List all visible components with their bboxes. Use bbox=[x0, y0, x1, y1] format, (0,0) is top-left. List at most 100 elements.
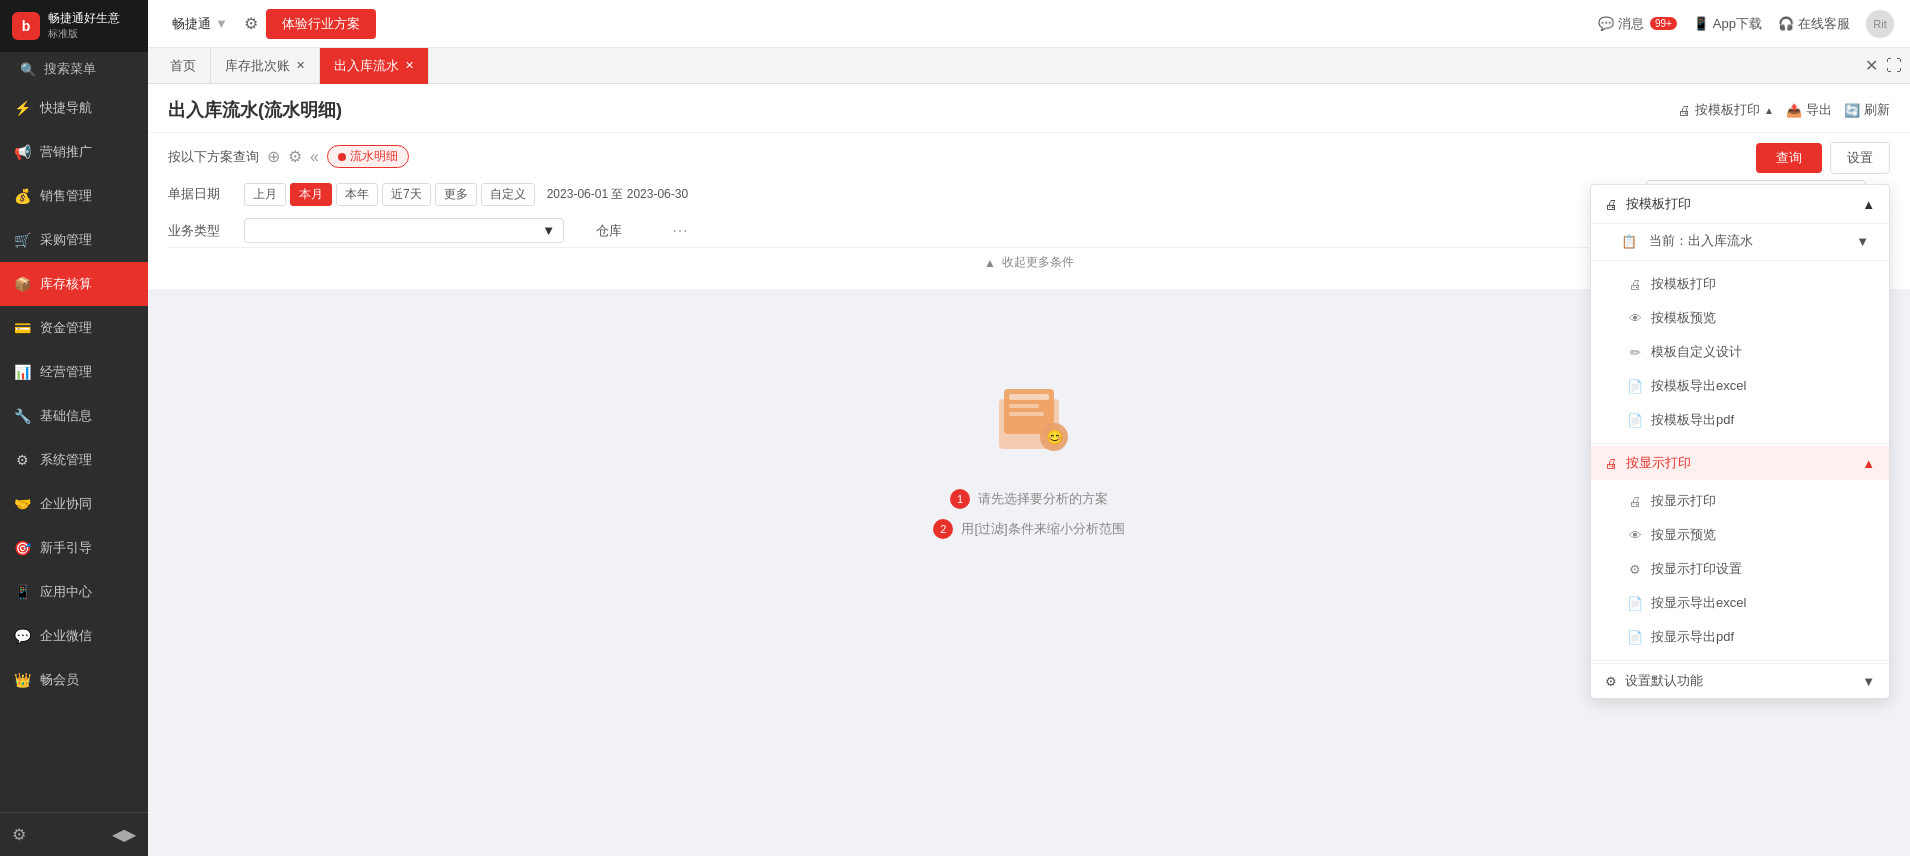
display-settings-icon: ⚙ bbox=[1627, 561, 1643, 577]
logo-icon: b bbox=[12, 12, 40, 40]
sidebar-item-app[interactable]: 📱 应用中心 bbox=[0, 570, 148, 614]
sidebar-bottom: ⚙ ◀▶ bbox=[0, 812, 148, 856]
current-icon: 📋 bbox=[1621, 234, 1637, 249]
display-preview-icon: 👁 bbox=[1627, 527, 1643, 543]
sidebar-item-sales[interactable]: 💰 销售管理 bbox=[0, 174, 148, 218]
service-icon: 🎧 bbox=[1778, 16, 1794, 31]
dropdown-template-preview[interactable]: 👁 按模板预览 bbox=[1591, 301, 1889, 335]
quick-nav-icon: ⚡ bbox=[12, 98, 32, 118]
filter-add-icon[interactable]: ⊕ bbox=[267, 147, 280, 166]
footer-settings-icon: ⚙ bbox=[1605, 674, 1617, 689]
svg-rect-2 bbox=[1009, 394, 1049, 400]
display-section-header[interactable]: 🖨 按显示打印 ▲ bbox=[1591, 446, 1889, 480]
tab-batch-close-icon[interactable]: ✕ bbox=[296, 59, 305, 72]
sidebar-item-collab[interactable]: 🤝 企业协同 bbox=[0, 482, 148, 526]
tab-batch-account[interactable]: 库存批次账 ✕ bbox=[211, 48, 320, 84]
date-btn-more[interactable]: 更多 bbox=[435, 183, 477, 206]
filter-collapse-icon[interactable]: « bbox=[310, 148, 319, 166]
dropdown-template-custom[interactable]: ✏ 模板自定义设计 bbox=[1591, 335, 1889, 369]
collapse-up-icon: ▲ bbox=[984, 256, 996, 270]
right-action-area: 查询 设置 bbox=[1756, 142, 1890, 174]
date-btn-last-month[interactable]: 上月 bbox=[244, 183, 286, 206]
sidebar-item-purchase[interactable]: 🛒 采购管理 bbox=[0, 218, 148, 262]
message-btn[interactable]: 💬 消息 99+ bbox=[1598, 15, 1677, 33]
dropdown-panel: 🖨 按模板打印 ▲ 📋 当前：出入库流水 ▼ 🖨 按模板打印 👁 bbox=[1590, 184, 1890, 699]
empty-step-2: 2 用[过滤]条件来缩小分析范围 bbox=[933, 519, 1124, 539]
sidebar-search[interactable]: 🔍 搜索菜单 bbox=[0, 52, 148, 86]
tab-close-all-btn[interactable]: ✕ bbox=[1865, 56, 1878, 75]
user-avatar[interactable]: Rit bbox=[1866, 10, 1894, 38]
wechat-icon: 💬 bbox=[12, 626, 32, 646]
search-icon: 🔍 bbox=[20, 62, 36, 77]
main-area: 畅捷通 ▼ ⚙ 体验行业方案 💬 消息 99+ 📱 App下载 🎧 在线客服 R… bbox=[148, 0, 1910, 856]
filter-settings-icon[interactable]: ⚙ bbox=[288, 147, 302, 166]
dropdown-current-item[interactable]: 📋 当前：出入库流水 ▼ bbox=[1591, 224, 1889, 258]
footer-arrow-icon: ▼ bbox=[1862, 674, 1875, 689]
dropdown-display-export-pdf[interactable]: 📄 按显示导出pdf bbox=[1591, 620, 1889, 654]
dropdown-template-print[interactable]: 🖨 按模板打印 bbox=[1591, 267, 1889, 301]
refresh-icon: 🔄 bbox=[1844, 103, 1860, 118]
message-icon: 💬 bbox=[1598, 16, 1614, 31]
export-icon: 📤 bbox=[1786, 103, 1802, 118]
print-btn[interactable]: 🖨 按模板打印 ▲ bbox=[1678, 101, 1774, 119]
display-arrow-icon: ▲ bbox=[1862, 456, 1875, 471]
app-download-btn[interactable]: 📱 App下载 bbox=[1693, 15, 1762, 33]
sidebar-collapse-icon[interactable]: ◀▶ bbox=[112, 825, 136, 844]
sidebar-item-basic[interactable]: 🔧 基础信息 bbox=[0, 394, 148, 438]
business-type-dropdown-icon: ▼ bbox=[542, 223, 555, 238]
dropdown-display-preview[interactable]: 👁 按显示预览 bbox=[1591, 518, 1889, 552]
sidebar-item-member[interactable]: 👑 畅会员 bbox=[0, 658, 148, 702]
tab-in-out-flow[interactable]: 出入库流水 ✕ bbox=[320, 48, 429, 84]
dropdown-footer[interactable]: ⚙ 设置默认功能 ▼ bbox=[1591, 663, 1889, 698]
industry-btn[interactable]: 体验行业方案 bbox=[266, 9, 376, 39]
sidebar-item-inventory[interactable]: 📦 库存核算 bbox=[0, 262, 148, 306]
refresh-btn[interactable]: 🔄 刷新 bbox=[1844, 101, 1890, 119]
current-arrow-icon: ▼ bbox=[1856, 234, 1869, 249]
topbar-settings-icon[interactable]: ⚙ bbox=[244, 14, 258, 33]
dropdown-display-settings[interactable]: ⚙ 按显示打印设置 bbox=[1591, 552, 1889, 586]
sidebar-item-finance[interactable]: 💳 资金管理 bbox=[0, 306, 148, 350]
settings-btn[interactable]: 设置 bbox=[1830, 142, 1890, 174]
dropdown-header[interactable]: 🖨 按模板打印 ▲ bbox=[1591, 185, 1889, 224]
business-type-select[interactable]: ▼ bbox=[244, 218, 564, 243]
online-service-btn[interactable]: 🎧 在线客服 bbox=[1778, 15, 1850, 33]
divider-2 bbox=[1591, 443, 1889, 444]
divider-1 bbox=[1591, 260, 1889, 261]
filter-label: 按以下方案查询 bbox=[168, 148, 259, 166]
dropdown-template-export-pdf[interactable]: 📄 按模板导出pdf bbox=[1591, 403, 1889, 437]
query-btn[interactable]: 查询 bbox=[1756, 143, 1822, 173]
sidebar-item-system[interactable]: ⚙ 系统管理 bbox=[0, 438, 148, 482]
tab-in-out-close-icon[interactable]: ✕ bbox=[405, 59, 414, 72]
date-btn-this-month[interactable]: 本月 bbox=[290, 183, 332, 206]
sidebar-item-guide[interactable]: 🎯 新手引导 bbox=[0, 526, 148, 570]
tab-expand-btn[interactable]: ⛶ bbox=[1886, 56, 1902, 75]
sidebar-item-marketing[interactable]: 📢 营销推广 bbox=[0, 130, 148, 174]
user-area[interactable]: 畅捷通 ▼ bbox=[164, 11, 236, 37]
system-icon: ⚙ bbox=[12, 450, 32, 470]
tab-home[interactable]: 首页 bbox=[156, 48, 211, 84]
sidebar-settings-icon[interactable]: ⚙ bbox=[12, 825, 26, 844]
date-btn-custom[interactable]: 自定义 bbox=[481, 183, 535, 206]
date-btn-7days[interactable]: 近7天 bbox=[382, 183, 431, 206]
sidebar-item-operations[interactable]: 📊 经营管理 bbox=[0, 350, 148, 394]
export-btn[interactable]: 📤 导出 bbox=[1786, 101, 1832, 119]
print-icon: 🖨 bbox=[1678, 103, 1691, 118]
sidebar-item-wechat[interactable]: 💬 企业微信 bbox=[0, 614, 148, 658]
content-area: 出入库流水(流水明细) 🖨 按模板打印 ▲ 📤 导出 🔄 刷新 bbox=[148, 84, 1910, 856]
dropdown-display-export-excel[interactable]: 📄 按显示导出excel bbox=[1591, 586, 1889, 620]
dropdown-template-export-excel[interactable]: 📄 按模板导出excel bbox=[1591, 369, 1889, 403]
date-btn-this-year[interactable]: 本年 bbox=[336, 183, 378, 206]
filter-tag[interactable]: 流水明细 bbox=[327, 145, 409, 168]
template-excel-icon: 📄 bbox=[1627, 378, 1643, 394]
date-range-display: 2023-06-01 至 2023-06-30 bbox=[547, 186, 688, 203]
display-pdf-icon: 📄 bbox=[1627, 629, 1643, 645]
warehouse-dots-icon[interactable]: ⋯ bbox=[672, 221, 688, 240]
empty-step-1: 1 请先选择要分析的方案 bbox=[950, 489, 1108, 509]
svg-rect-4 bbox=[1009, 412, 1044, 416]
marketing-icon: 📢 bbox=[12, 142, 32, 162]
user-dropdown-icon: ▼ bbox=[215, 16, 228, 31]
sidebar-item-quick-nav[interactable]: ⚡ 快捷导航 bbox=[0, 86, 148, 130]
template-preview-icon: 👁 bbox=[1627, 310, 1643, 326]
dropdown-display-print[interactable]: 🖨 按显示打印 bbox=[1591, 484, 1889, 518]
finance-icon: 💳 bbox=[12, 318, 32, 338]
